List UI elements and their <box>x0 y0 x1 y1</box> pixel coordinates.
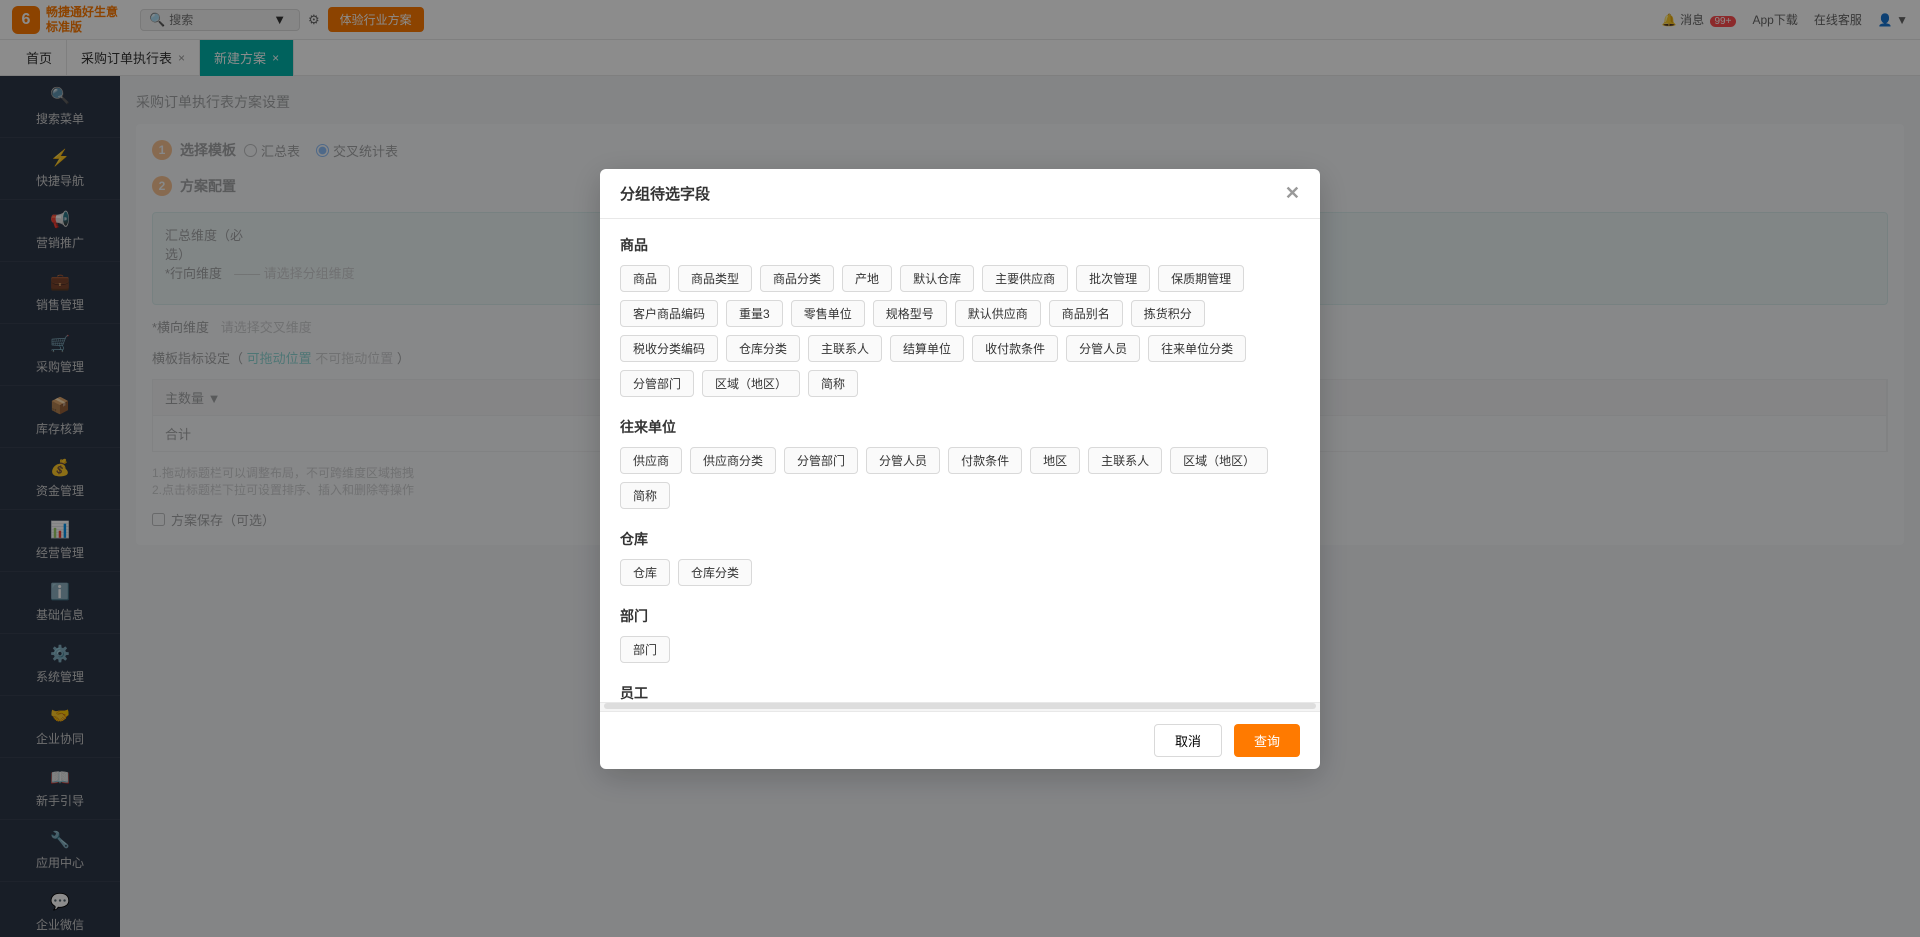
field-tag[interactable]: 默认供应商 <box>955 300 1041 327</box>
field-tag[interactable]: 付款条件 <box>948 447 1022 474</box>
field-tag[interactable]: 仓库 <box>620 559 670 586</box>
confirm-button[interactable]: 查询 <box>1234 724 1300 757</box>
section-title-warehouse: 仓库 <box>620 529 1300 549</box>
field-tag[interactable]: 分管人员 <box>866 447 940 474</box>
field-tag[interactable]: 仓库分类 <box>726 335 800 362</box>
field-tag[interactable]: 部门 <box>620 636 670 663</box>
field-tag[interactable]: 区域（地区） <box>1170 447 1268 474</box>
field-section-department: 部门 部门 <box>620 606 1300 663</box>
field-tag[interactable]: 供应商 <box>620 447 682 474</box>
field-tag[interactable]: 结算单位 <box>890 335 964 362</box>
field-tag[interactable]: 规格型号 <box>873 300 947 327</box>
field-tag[interactable]: 供应商分类 <box>690 447 776 474</box>
field-tag[interactable]: 重量3 <box>726 300 783 327</box>
field-tag[interactable]: 分管人员 <box>1066 335 1140 362</box>
field-tag[interactable]: 拣货积分 <box>1131 300 1205 327</box>
section-title-partner: 往来单位 <box>620 417 1300 437</box>
modal-dialog: 分组待选字段 ✕ 商品 商品 商品类型 商品分类 产地 默认仓库 主要供应商 批… <box>600 169 1320 769</box>
section-title-product: 商品 <box>620 235 1300 255</box>
field-tags-warehouse: 仓库 仓库分类 <box>620 559 1300 586</box>
field-section-partner: 往来单位 供应商 供应商分类 分管部门 分管人员 付款条件 地区 主联系人 区域… <box>620 417 1300 509</box>
field-tag[interactable]: 分管部门 <box>620 370 694 397</box>
field-tag[interactable]: 简称 <box>620 482 670 509</box>
field-section-product: 商品 商品 商品类型 商品分类 产地 默认仓库 主要供应商 批次管理 保质期管理… <box>620 235 1300 397</box>
field-tag[interactable]: 默认仓库 <box>900 265 974 292</box>
modal-title: 分组待选字段 <box>620 183 710 204</box>
field-tag[interactable]: 商品 <box>620 265 670 292</box>
field-tag[interactable]: 主要供应商 <box>982 265 1068 292</box>
field-tag[interactable]: 往来单位分类 <box>1148 335 1246 362</box>
modal-header: 分组待选字段 ✕ <box>600 169 1320 219</box>
modal-body[interactable]: 商品 商品 商品类型 商品分类 产地 默认仓库 主要供应商 批次管理 保质期管理… <box>600 219 1320 702</box>
field-tag[interactable]: 简称 <box>808 370 858 397</box>
field-tag[interactable]: 主联系人 <box>808 335 882 362</box>
field-tag[interactable]: 税收分类编码 <box>620 335 718 362</box>
field-section-employee: 员工 业务员 <box>620 683 1300 702</box>
field-tag[interactable]: 分管部门 <box>784 447 858 474</box>
field-tag[interactable]: 商品类型 <box>678 265 752 292</box>
section-title-department: 部门 <box>620 606 1300 626</box>
field-tag[interactable]: 产地 <box>842 265 892 292</box>
field-tag[interactable]: 客户商品编码 <box>620 300 718 327</box>
field-tag[interactable]: 区域（地区） <box>702 370 800 397</box>
modal-overlay: 分组待选字段 ✕ 商品 商品 商品类型 商品分类 产地 默认仓库 主要供应商 批… <box>0 0 1920 937</box>
field-section-warehouse: 仓库 仓库 仓库分类 <box>620 529 1300 586</box>
modal-close-button[interactable]: ✕ <box>1285 183 1300 204</box>
field-tag[interactable]: 商品别名 <box>1049 300 1123 327</box>
field-tag[interactable]: 零售单位 <box>791 300 865 327</box>
field-tag[interactable]: 批次管理 <box>1076 265 1150 292</box>
field-tag[interactable]: 商品分类 <box>760 265 834 292</box>
field-tags-partner: 供应商 供应商分类 分管部门 分管人员 付款条件 地区 主联系人 区域（地区） … <box>620 447 1300 509</box>
modal-horizontal-scrollbar[interactable] <box>600 702 1320 711</box>
cancel-button[interactable]: 取消 <box>1154 724 1222 757</box>
field-tags-product: 商品 商品类型 商品分类 产地 默认仓库 主要供应商 批次管理 保质期管理 客户… <box>620 265 1300 397</box>
field-tags-department: 部门 <box>620 636 1300 663</box>
modal-footer: 取消 查询 <box>600 711 1320 769</box>
field-tag[interactable]: 地区 <box>1030 447 1080 474</box>
field-tag[interactable]: 仓库分类 <box>678 559 752 586</box>
scrollbar-thumb <box>604 703 1316 709</box>
field-tag[interactable]: 收付款条件 <box>972 335 1058 362</box>
field-tag[interactable]: 保质期管理 <box>1158 265 1244 292</box>
section-title-employee: 员工 <box>620 683 1300 702</box>
field-tag[interactable]: 主联系人 <box>1088 447 1162 474</box>
